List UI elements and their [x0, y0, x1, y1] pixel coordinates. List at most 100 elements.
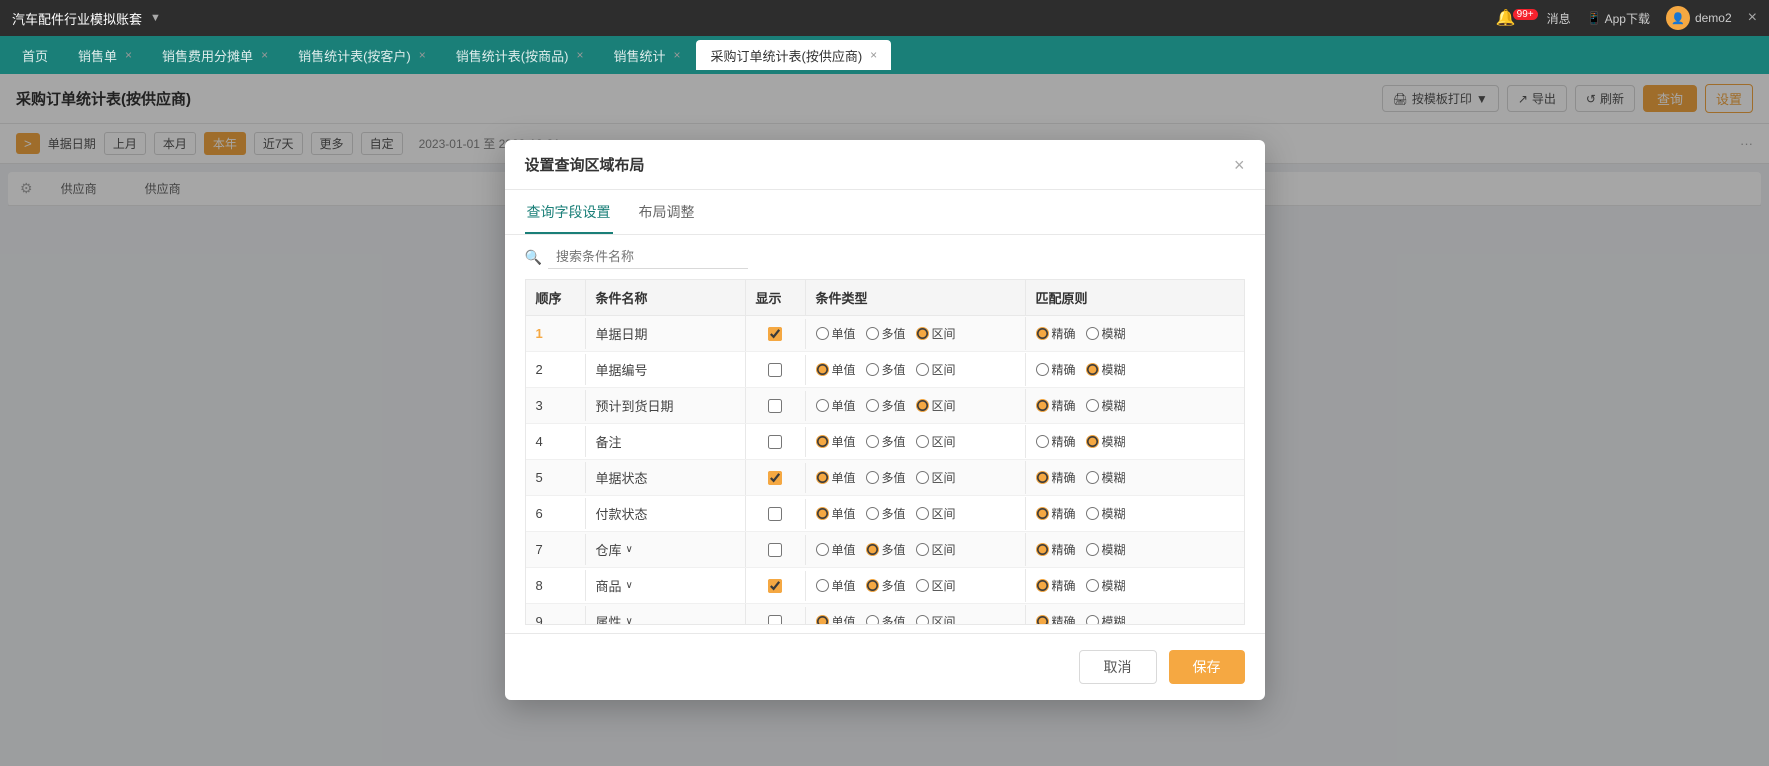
match-fuzzy-radio[interactable]: 模糊 [1086, 541, 1126, 558]
type-multi-radio[interactable]: 多值 [866, 541, 906, 558]
match-exact-radio[interactable]: 精确 [1036, 325, 1076, 342]
type-single-radio[interactable]: 单值 [816, 469, 856, 486]
match-fuzzy-radio[interactable]: 模糊 [1086, 505, 1126, 522]
type-range-radio[interactable]: 区间 [916, 469, 956, 486]
type-range-radio[interactable]: 区间 [916, 361, 956, 378]
nav-tab-salesstat[interactable]: 销售统计 × [599, 40, 694, 70]
dialog-tab-query-fields[interactable]: 查询字段设置 [525, 202, 613, 234]
show-checkbox[interactable] [768, 399, 782, 413]
nav-tab-salescust-close[interactable]: × [419, 48, 426, 62]
row-match: 精确 模糊 [1026, 461, 1226, 494]
type-multi-radio[interactable]: 多值 [866, 397, 906, 414]
type-single-radio[interactable]: 单值 [816, 541, 856, 558]
table-row: 5 单据状态 单值 多值 区间 [526, 460, 1244, 496]
nav-tab-purchaseorder-label: 采购订单统计表(按供应商) [710, 46, 862, 65]
dialog-table-body: 1 单据日期 单值 多值 区间 [525, 315, 1245, 625]
type-single-radio[interactable]: 单值 [816, 361, 856, 378]
table-row: 2 单据编号 单值 多值 区间 [526, 352, 1244, 388]
show-checkbox[interactable] [768, 615, 782, 626]
type-single-radio[interactable]: 单值 [816, 613, 856, 625]
type-multi-radio[interactable]: 多值 [866, 433, 906, 450]
show-checkbox[interactable] [768, 579, 782, 593]
type-single-radio[interactable]: 单值 [816, 325, 856, 342]
type-multi-radio[interactable]: 多值 [866, 577, 906, 594]
match-exact-radio[interactable]: 精确 [1036, 433, 1076, 450]
show-checkbox[interactable] [768, 507, 782, 521]
nav-tab-purchaseorder-close[interactable]: × [870, 48, 877, 62]
row-order: 6 [526, 498, 586, 529]
type-range-radio[interactable]: 区间 [916, 541, 956, 558]
user-avatar[interactable]: 👤 demo2 [1666, 6, 1732, 30]
nav-tab-salesfee-close[interactable]: × [261, 48, 268, 62]
row-order: 1 [526, 318, 586, 349]
match-fuzzy-radio[interactable]: 模糊 [1086, 433, 1126, 450]
row-match: 精确 模糊 [1026, 497, 1226, 530]
type-range-radio[interactable]: 区间 [916, 325, 956, 342]
match-fuzzy-radio[interactable]: 模糊 [1086, 469, 1126, 486]
type-single-radio[interactable]: 单值 [816, 505, 856, 522]
cancel-button[interactable]: 取消 [1079, 650, 1157, 684]
match-exact-radio[interactable]: 精确 [1036, 505, 1076, 522]
type-multi-radio[interactable]: 多值 [866, 361, 906, 378]
type-range-radio[interactable]: 区间 [916, 613, 956, 625]
search-input[interactable] [548, 245, 748, 269]
nav-tab-salesproduct[interactable]: 销售统计表(按商品) × [442, 40, 598, 70]
row-show [746, 607, 806, 626]
nav-tab-salescust[interactable]: 销售统计表(按客户) × [284, 40, 440, 70]
type-range-radio[interactable]: 区间 [916, 577, 956, 594]
type-multi-radio[interactable]: 多值 [866, 505, 906, 522]
match-exact-radio[interactable]: 精确 [1036, 613, 1076, 625]
download-label[interactable]: 📱 App下载 [1587, 10, 1650, 27]
nav-tab-salesstat-close[interactable]: × [673, 48, 680, 62]
nav-tab-salesproduct-close[interactable]: × [576, 48, 583, 62]
show-checkbox[interactable] [768, 363, 782, 377]
match-fuzzy-radio[interactable]: 模糊 [1086, 613, 1126, 625]
row-match: 精确 模糊 [1026, 569, 1226, 602]
type-range-radio[interactable]: 区间 [916, 505, 956, 522]
dialog-close-button[interactable]: × [1234, 156, 1245, 174]
match-fuzzy-radio[interactable]: 模糊 [1086, 577, 1126, 594]
row-type: 单值 多值 区间 [806, 317, 1026, 350]
save-button[interactable]: 保存 [1169, 650, 1245, 684]
nav-tab-sales-close[interactable]: × [125, 48, 132, 62]
match-fuzzy-radio[interactable]: 模糊 [1086, 397, 1126, 414]
topbar-close-button[interactable]: × [1748, 9, 1757, 27]
type-single-radio[interactable]: 单值 [816, 397, 856, 414]
type-single-radio[interactable]: 单值 [816, 577, 856, 594]
type-single-radio[interactable]: 单值 [816, 433, 856, 450]
match-exact-radio[interactable]: 精确 [1036, 397, 1076, 414]
match-fuzzy-radio[interactable]: 模糊 [1086, 325, 1126, 342]
match-fuzzy-radio[interactable]: 模糊 [1086, 361, 1126, 378]
match-exact-radio[interactable]: 精确 [1036, 577, 1076, 594]
row-name: 单据编号 [586, 352, 746, 387]
type-range-radio[interactable]: 区间 [916, 433, 956, 450]
type-multi-radio[interactable]: 多值 [866, 325, 906, 342]
row-type: 单值 多值 区间 [806, 389, 1026, 422]
row-type: 单值 多值 区间 [806, 533, 1026, 566]
row-show [746, 463, 806, 493]
table-row: 4 备注 单值 多值 区间 [526, 424, 1244, 460]
show-checkbox[interactable] [768, 435, 782, 449]
row-match: 精确 模糊 [1026, 353, 1226, 386]
type-range-radio[interactable]: 区间 [916, 397, 956, 414]
nav-tab-sales[interactable]: 销售单 × [64, 40, 146, 70]
match-exact-radio[interactable]: 精确 [1036, 361, 1076, 378]
row-name: 单据日期 [586, 316, 746, 351]
match-exact-radio[interactable]: 精确 [1036, 469, 1076, 486]
table-row: 6 付款状态 单值 多值 区间 [526, 496, 1244, 532]
nav-tab-salesfee[interactable]: 销售费用分摊单 × [148, 40, 282, 70]
type-multi-radio[interactable]: 多值 [866, 469, 906, 486]
row-match: 精确 模糊 [1026, 605, 1226, 625]
show-checkbox[interactable] [768, 471, 782, 485]
user-label: demo2 [1695, 11, 1732, 25]
message-icon[interactable]: 🔔 99+ 消息 [1496, 8, 1571, 28]
type-multi-radio[interactable]: 多值 [866, 613, 906, 625]
app-title: 汽车配件行业模拟账套 [12, 9, 142, 28]
row-show [746, 427, 806, 457]
nav-tab-purchaseorder[interactable]: 采购订单统计表(按供应商) × [696, 40, 891, 70]
dialog-tab-layout[interactable]: 布局调整 [637, 202, 697, 234]
show-checkbox[interactable] [768, 327, 782, 341]
show-checkbox[interactable] [768, 543, 782, 557]
nav-tab-home[interactable]: 首页 [8, 40, 62, 70]
match-exact-radio[interactable]: 精确 [1036, 541, 1076, 558]
